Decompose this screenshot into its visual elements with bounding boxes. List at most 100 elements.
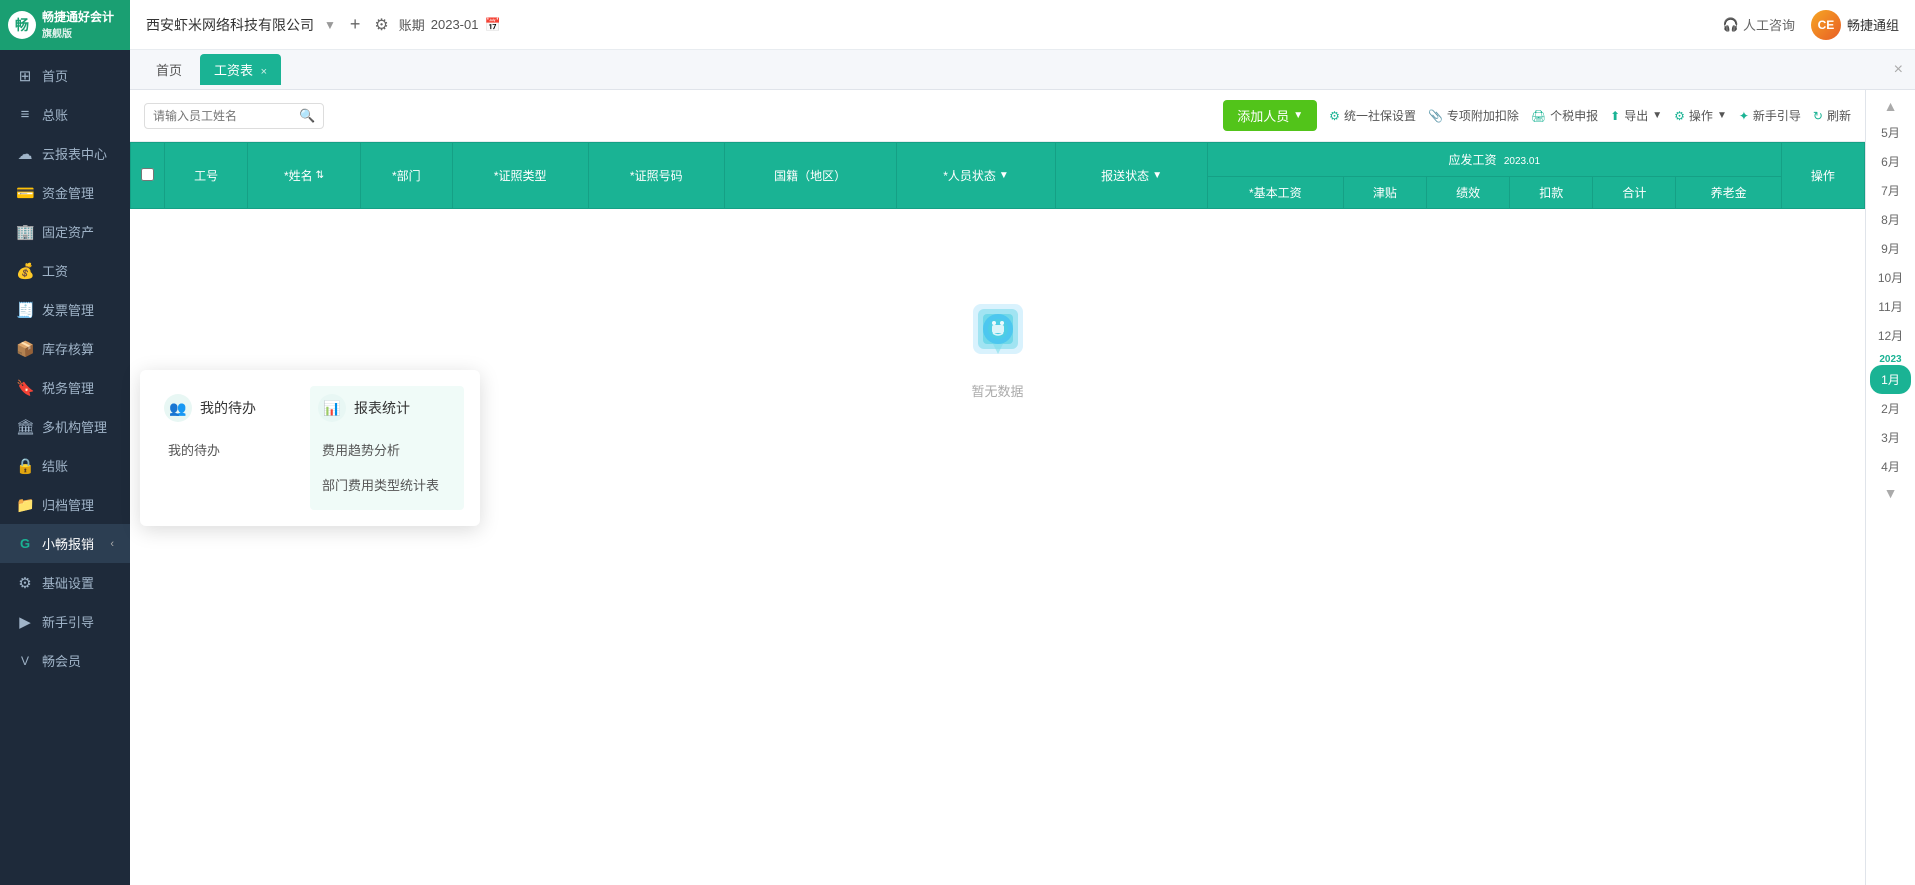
tab-close-icon[interactable]: × [261, 66, 267, 78]
deduct-button[interactable]: 📎 专项附加扣除 [1428, 107, 1519, 124]
sidebar-label-cloud: 云报表中心 [42, 144, 107, 163]
salary-icon: 💰 [16, 262, 34, 280]
month-item-1[interactable]: 1月 [1870, 365, 1911, 394]
xiao-icon: G [16, 536, 34, 551]
sidebar-item-multi[interactable]: 🏛 多机构管理 [0, 407, 130, 446]
th-performance: 绩效 [1427, 177, 1510, 209]
period-text-label: 账期 [399, 15, 425, 34]
export-button[interactable]: ⬆ 导出 ▼ [1610, 107, 1662, 124]
add-person-button[interactable]: 添加人员 ▼ [1223, 100, 1317, 131]
th-report-status[interactable]: 报送状态 ▼ [1056, 143, 1207, 209]
logo-title: 畅捷通好会计 [42, 10, 114, 24]
month-item-9[interactable]: 9月 [1866, 234, 1915, 263]
inventory-icon: 📦 [16, 340, 34, 358]
newguide-label: 新手引导 [1753, 107, 1801, 124]
sidebar-item-ledger[interactable]: ≡ 总账 [0, 95, 130, 134]
month-item-3[interactable]: 3月 [1866, 423, 1915, 452]
popup-todo-section: 👥 我的待办 我的待办 [156, 386, 310, 510]
th-action: 操作 [1781, 143, 1864, 209]
th-idno: *证照号码 [588, 143, 724, 209]
tax-report-button[interactable]: 🖨 个税申报 [1531, 107, 1598, 124]
calendar-icon: 📅 [484, 17, 500, 33]
sidebar-item-guide[interactable]: ▶ 新手引导 [0, 602, 130, 641]
popup-reports-title: 报表统计 [354, 398, 410, 418]
month-item-5[interactable]: 5月 [1866, 118, 1915, 147]
sidebar-item-invoice[interactable]: 🧾 发票管理 [0, 290, 130, 329]
month-item-12[interactable]: 12月 [1866, 321, 1915, 350]
month-item-4[interactable]: 4月 [1866, 452, 1915, 481]
popup-trend-item[interactable]: 费用趋势分析 [318, 432, 456, 467]
tax-report-icon: 🖨 [1531, 109, 1546, 123]
reports-section-icon: 📊 [318, 394, 346, 422]
newguide-button[interactable]: ✦ 新手引导 [1739, 107, 1801, 124]
tab-salary[interactable]: 工资表 × [200, 54, 281, 85]
window-close-button[interactable]: × [1894, 61, 1903, 79]
archive-icon: 📁 [16, 496, 34, 514]
sidebar-item-home[interactable]: ⊞ 首页 [0, 56, 130, 95]
th-idtype: *证照类型 [452, 143, 588, 209]
month-item-6[interactable]: 6月 [1866, 147, 1915, 176]
social-label: 统一社保设置 [1344, 107, 1416, 124]
period-value: 2023-01 [431, 17, 479, 32]
sidebar-item-member[interactable]: V 畅会员 [0, 641, 130, 680]
operate-button[interactable]: ⚙ 操作 ▼ [1674, 107, 1727, 124]
th-name[interactable]: *姓名 ⇅ [248, 143, 361, 209]
topbar-settings-button[interactable]: ⚙ [374, 15, 388, 35]
month-item-10[interactable]: 10月 [1866, 263, 1915, 292]
month-item-8[interactable]: 8月 [1866, 205, 1915, 234]
topbar-right: 🎧 人工咨询 CE 畅捷通组 [1723, 10, 1899, 40]
sidebar-item-inventory[interactable]: 📦 库存核算 [0, 329, 130, 368]
search-input[interactable] [153, 109, 293, 123]
popup-dept-item[interactable]: 部门费用类型统计表 [318, 467, 456, 502]
todo-section-icon: 👥 [164, 394, 192, 422]
topbar-add-button[interactable]: + [346, 14, 365, 35]
export-chevron-icon: ▼ [1652, 110, 1662, 121]
sidebar-item-funds[interactable]: 💳 资金管理 [0, 173, 130, 212]
todo-item-label: 我的待办 [168, 443, 220, 458]
sidebar-item-basic[interactable]: ⚙ 基础设置 [0, 563, 130, 602]
logo-text-wrap: 畅捷通好会计 旗舰版 [42, 10, 114, 39]
month-item-2[interactable]: 2月 [1866, 394, 1915, 423]
operate-label: 操作 [1689, 107, 1713, 124]
assets-icon: 🏢 [16, 223, 34, 241]
popup-reports-header: 📊 报表统计 [318, 394, 456, 422]
search-wrap: 🔍 [144, 103, 324, 129]
sidebar-item-archive[interactable]: 📁 归档管理 [0, 485, 130, 524]
social-security-button[interactable]: ⚙ 统一社保设置 [1329, 107, 1416, 124]
sidebar-item-close[interactable]: 🔒 结账 [0, 446, 130, 485]
sidebar-label-member: 畅会员 [42, 651, 81, 670]
th-checkbox[interactable] [131, 143, 165, 209]
month-item-7[interactable]: 7月 [1866, 176, 1915, 205]
th-status[interactable]: *人员状态 ▼ [896, 143, 1056, 209]
user-menu[interactable]: CE 畅捷通组 [1811, 10, 1899, 40]
select-all-checkbox[interactable] [141, 168, 154, 181]
sidebar-item-assets[interactable]: 🏢 固定资产 [0, 212, 130, 251]
add-chevron-icon: ▼ [1293, 110, 1303, 121]
sidebar-label-basic: 基础设置 [42, 573, 94, 592]
popup-todo-item[interactable]: 我的待办 [164, 432, 302, 467]
tab-home-label: 首页 [156, 63, 182, 78]
month-nav-down[interactable]: ▼ [1866, 481, 1915, 505]
service-button[interactable]: 🎧 人工咨询 [1723, 15, 1795, 34]
th-empno: 工号 [165, 143, 248, 209]
sidebar-item-xiao[interactable]: G 小畅报销 ‹ [0, 524, 130, 563]
month-nav-up[interactable]: ▲ [1866, 94, 1915, 118]
th-base-salary: *基本工资 [1207, 177, 1343, 209]
newguide-icon: ✦ [1739, 109, 1749, 123]
sidebar-label-multi: 多机构管理 [42, 417, 107, 436]
sidebar-item-cloud[interactable]: ☁ 云报表中心 [0, 134, 130, 173]
social-icon: ⚙ [1329, 109, 1340, 123]
topbar: 西安虾米网络科技有限公司 ▼ + ⚙ 账期 2023-01 📅 🎧 人工咨询 C… [130, 0, 1915, 50]
th-dept: *部门 [360, 143, 452, 209]
sidebar-label-tax: 税务管理 [42, 378, 94, 397]
tab-home[interactable]: 首页 [142, 54, 196, 85]
tax-icon: 🔖 [16, 379, 34, 397]
month-item-11[interactable]: 11月 [1866, 292, 1915, 321]
th-deduction: 扣款 [1510, 177, 1593, 209]
sidebar-item-salary[interactable]: 💰 工资 [0, 251, 130, 290]
refresh-button[interactable]: ↻ 刷新 [1813, 107, 1851, 124]
home-icon: ⊞ [16, 67, 34, 85]
basic-icon: ⚙ [16, 574, 34, 592]
sidebar-label-inventory: 库存核算 [42, 339, 94, 358]
sidebar-item-tax[interactable]: 🔖 税务管理 [0, 368, 130, 407]
